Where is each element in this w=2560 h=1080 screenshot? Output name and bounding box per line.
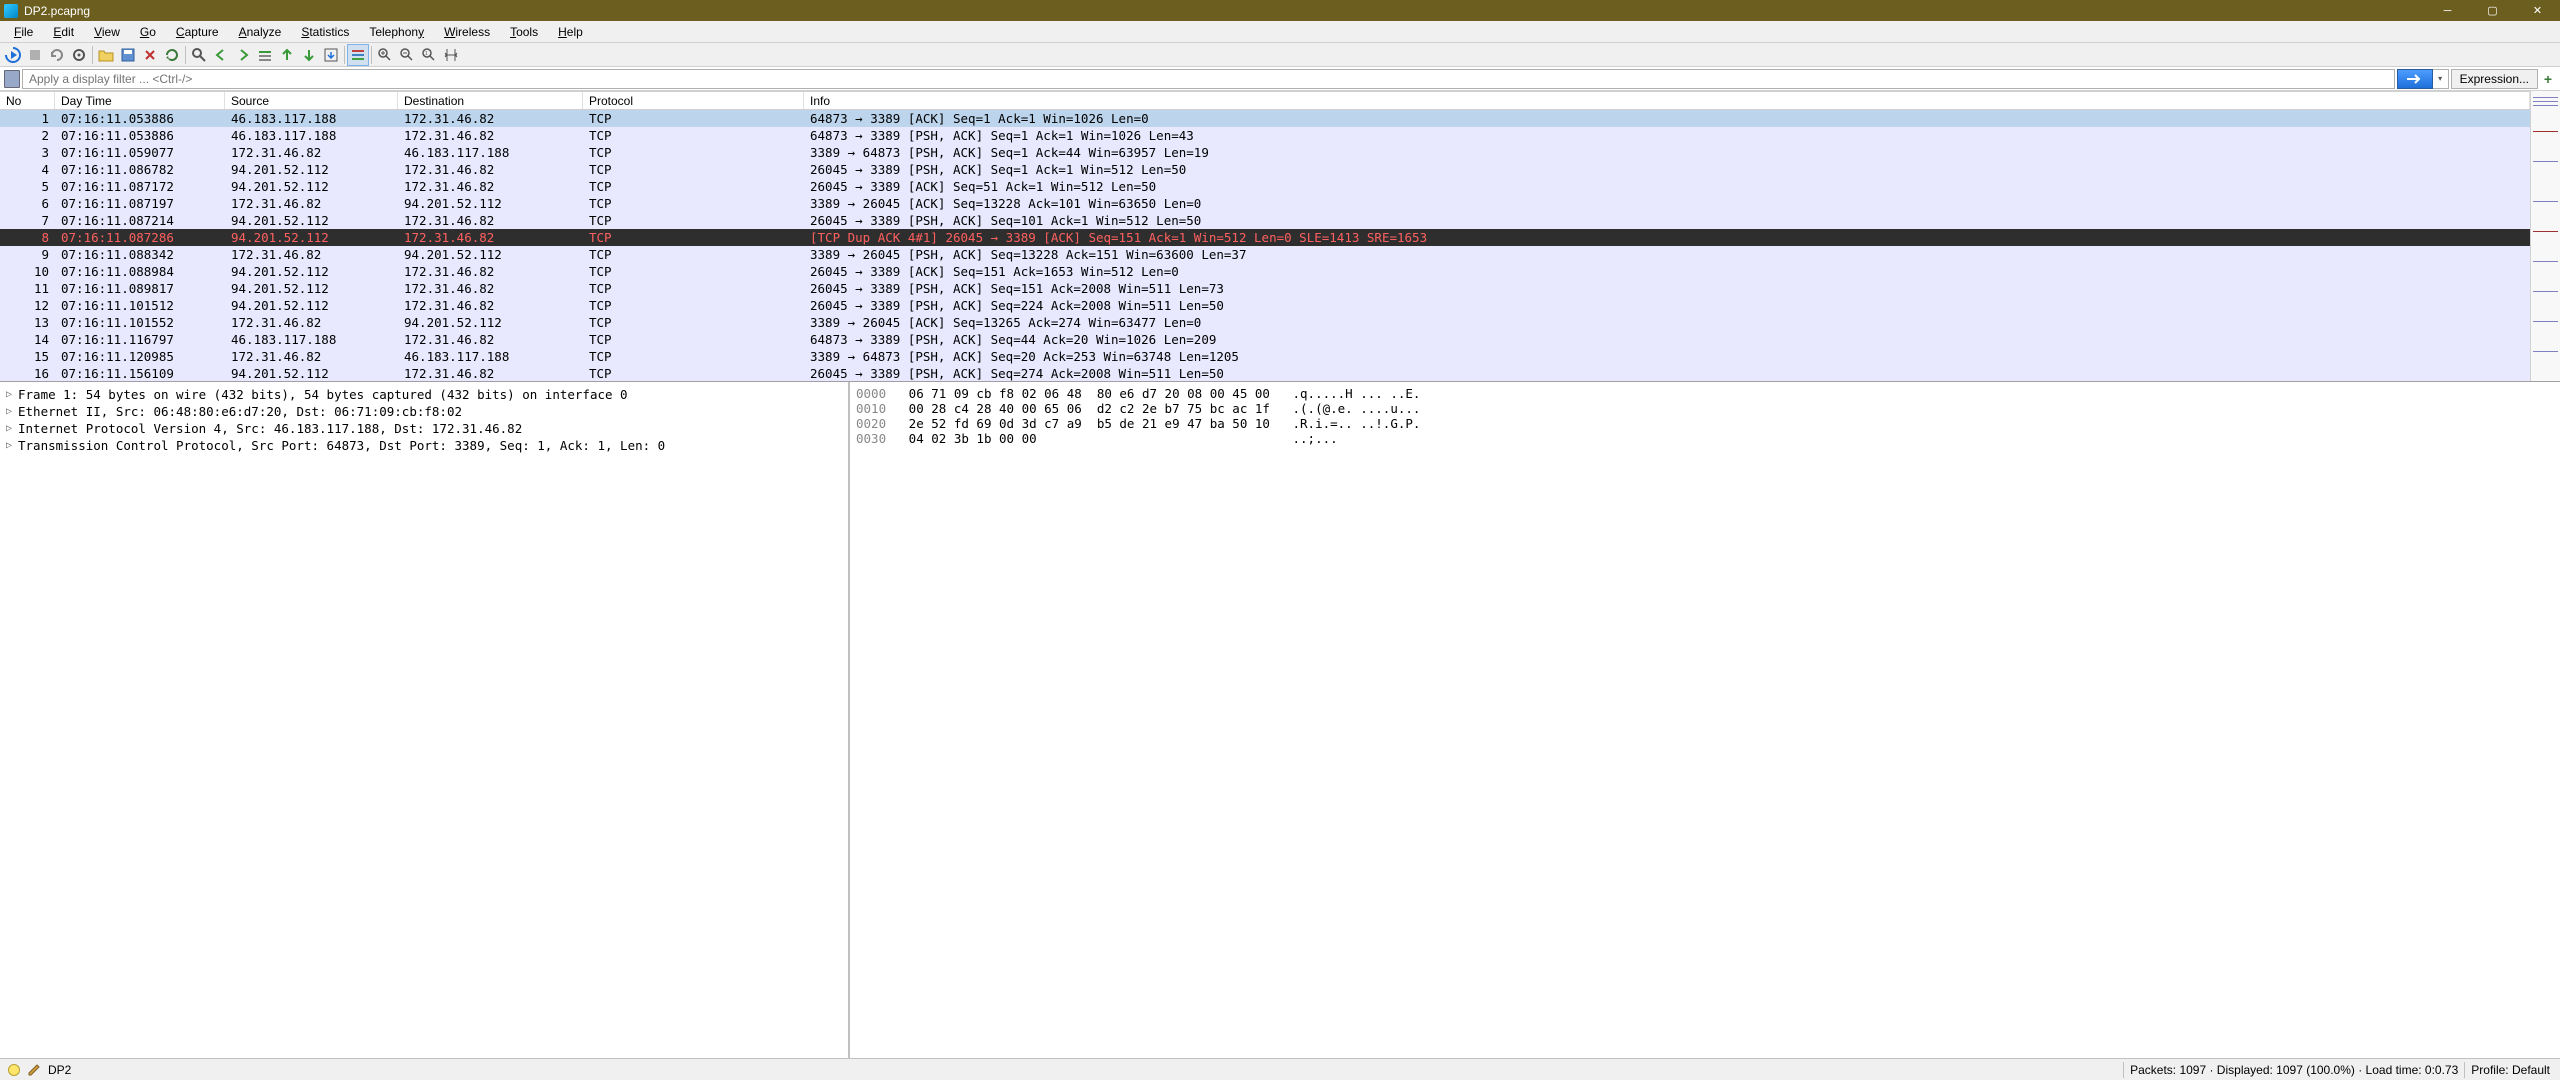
minimize-button[interactable]: ─ <box>2425 0 2470 21</box>
tree-item[interactable]: ▷Frame 1: 54 bytes on wire (432 bits), 5… <box>6 386 842 403</box>
menu-go[interactable]: Go <box>130 21 166 42</box>
zoom-reset-icon[interactable]: 1 <box>418 44 440 66</box>
menu-wireless[interactable]: Wireless <box>434 21 500 42</box>
svg-text:1: 1 <box>425 51 428 57</box>
column-source[interactable]: Source <box>225 92 398 109</box>
go-forward-icon[interactable] <box>232 44 254 66</box>
column-no[interactable]: No <box>0 92 55 109</box>
column-time[interactable]: Day Time <box>55 92 225 109</box>
menu-view[interactable]: View <box>84 21 130 42</box>
status-profile[interactable]: Profile: Default <box>2471 1063 2556 1077</box>
expert-info-icon[interactable] <box>8 1064 20 1076</box>
tree-item[interactable]: ▷Transmission Control Protocol, Src Port… <box>6 437 842 454</box>
menu-tools[interactable]: Tools <box>500 21 548 42</box>
zoom-out-icon[interactable] <box>396 44 418 66</box>
capture-options-icon[interactable] <box>68 44 90 66</box>
table-row[interactable]: 1307:16:11.101552172.31.46.8294.201.52.1… <box>0 314 2530 331</box>
tree-item[interactable]: ▷Ethernet II, Src: 06:48:80:e6:d7:20, Ds… <box>6 403 842 420</box>
save-file-icon[interactable] <box>117 44 139 66</box>
bookmark-icon[interactable] <box>4 70 20 88</box>
apply-filter-button[interactable] <box>2397 69 2433 89</box>
expression-button[interactable]: Expression... <box>2451 69 2538 89</box>
statusbar: DP2 Packets: 1097 · Displayed: 1097 (100… <box>0 1058 2560 1080</box>
menubar: File Edit View Go Capture Analyze Statis… <box>0 21 2560 43</box>
table-row[interactable]: 207:16:11.05388646.183.117.188172.31.46.… <box>0 127 2530 144</box>
table-row[interactable]: 1407:16:11.11679746.183.117.188172.31.46… <box>0 331 2530 348</box>
status-file: DP2 <box>48 1063 71 1077</box>
add-filter-button[interactable]: + <box>2538 69 2558 89</box>
packet-list-header[interactable]: No Day Time Source Destination Protocol … <box>0 92 2530 110</box>
hex-row[interactable]: 0000 06 71 09 cb f8 02 06 48 80 e6 d7 20… <box>856 386 2554 401</box>
close-button[interactable]: ✕ <box>2515 0 2560 21</box>
packet-minimap[interactable] <box>2530 91 2560 381</box>
start-capture-icon[interactable] <box>2 44 24 66</box>
menu-statistics[interactable]: Statistics <box>291 21 359 42</box>
packet-list[interactable]: No Day Time Source Destination Protocol … <box>0 91 2530 381</box>
status-packets: Packets: 1097 · Displayed: 1097 (100.0%)… <box>2130 1063 2458 1077</box>
maximize-button[interactable]: ▢ <box>2470 0 2515 21</box>
table-row[interactable]: 807:16:11.08728694.201.52.112172.31.46.8… <box>0 229 2530 246</box>
menu-edit[interactable]: Edit <box>43 21 84 42</box>
go-back-icon[interactable] <box>210 44 232 66</box>
column-protocol[interactable]: Protocol <box>583 92 804 109</box>
column-destination[interactable]: Destination <box>398 92 583 109</box>
find-packet-icon[interactable] <box>188 44 210 66</box>
table-row[interactable]: 1107:16:11.08981794.201.52.112172.31.46.… <box>0 280 2530 297</box>
close-file-icon[interactable] <box>139 44 161 66</box>
zoom-in-icon[interactable] <box>374 44 396 66</box>
table-row[interactable]: 907:16:11.088342172.31.46.8294.201.52.11… <box>0 246 2530 263</box>
colorize-icon[interactable] <box>347 44 369 66</box>
stop-capture-icon[interactable] <box>24 44 46 66</box>
reload-icon[interactable] <box>161 44 183 66</box>
go-first-icon[interactable] <box>276 44 298 66</box>
titlebar: DP2.pcapng ─ ▢ ✕ <box>0 0 2560 21</box>
display-filter-input[interactable] <box>22 69 2395 89</box>
go-to-packet-icon[interactable] <box>254 44 276 66</box>
hex-row[interactable]: 0010 00 28 c4 28 40 00 65 06 d2 c2 2e b7… <box>856 401 2554 416</box>
menu-telephony[interactable]: Telephony <box>359 21 434 42</box>
resize-columns-icon[interactable] <box>440 44 462 66</box>
table-row[interactable]: 507:16:11.08717294.201.52.112172.31.46.8… <box>0 178 2530 195</box>
table-row[interactable]: 1007:16:11.08898494.201.52.112172.31.46.… <box>0 263 2530 280</box>
go-last-icon[interactable] <box>298 44 320 66</box>
table-row[interactable]: 407:16:11.08678294.201.52.112172.31.46.8… <box>0 161 2530 178</box>
filter-history-dropdown[interactable]: ▾ <box>2433 69 2449 89</box>
toolbar: 1 <box>0 43 2560 67</box>
packet-bytes-pane[interactable]: 0000 06 71 09 cb f8 02 06 48 80 e6 d7 20… <box>850 382 2560 1058</box>
table-row[interactable]: 1607:16:11.15610994.201.52.112172.31.46.… <box>0 365 2530 381</box>
table-row[interactable]: 707:16:11.08721494.201.52.112172.31.46.8… <box>0 212 2530 229</box>
filterbar: ▾ Expression... + <box>0 67 2560 91</box>
menu-file[interactable]: File <box>4 21 43 42</box>
table-row[interactable]: 307:16:11.059077172.31.46.8246.183.117.1… <box>0 144 2530 161</box>
hex-row[interactable]: 0030 04 02 3b 1b 00 00 ..;... <box>856 431 2554 446</box>
edit-capture-comment-icon[interactable] <box>26 1062 42 1078</box>
auto-scroll-icon[interactable] <box>320 44 342 66</box>
table-row[interactable]: 607:16:11.087197172.31.46.8294.201.52.11… <box>0 195 2530 212</box>
table-row[interactable]: 1207:16:11.10151294.201.52.112172.31.46.… <box>0 297 2530 314</box>
menu-capture[interactable]: Capture <box>166 21 229 42</box>
packet-details-pane[interactable]: ▷Frame 1: 54 bytes on wire (432 bits), 5… <box>0 382 850 1058</box>
column-info[interactable]: Info <box>804 92 2530 109</box>
menu-help[interactable]: Help <box>548 21 593 42</box>
menu-analyze[interactable]: Analyze <box>229 21 292 42</box>
table-row[interactable]: 107:16:11.05388646.183.117.188172.31.46.… <box>0 110 2530 127</box>
table-row[interactable]: 1507:16:11.120985172.31.46.8246.183.117.… <box>0 348 2530 365</box>
wireshark-icon <box>4 4 18 18</box>
tree-item[interactable]: ▷Internet Protocol Version 4, Src: 46.18… <box>6 420 842 437</box>
open-file-icon[interactable] <box>95 44 117 66</box>
hex-row[interactable]: 0020 2e 52 fd 69 0d 3d c7 a9 b5 de 21 e9… <box>856 416 2554 431</box>
window-title: DP2.pcapng <box>24 4 90 18</box>
restart-capture-icon[interactable] <box>46 44 68 66</box>
